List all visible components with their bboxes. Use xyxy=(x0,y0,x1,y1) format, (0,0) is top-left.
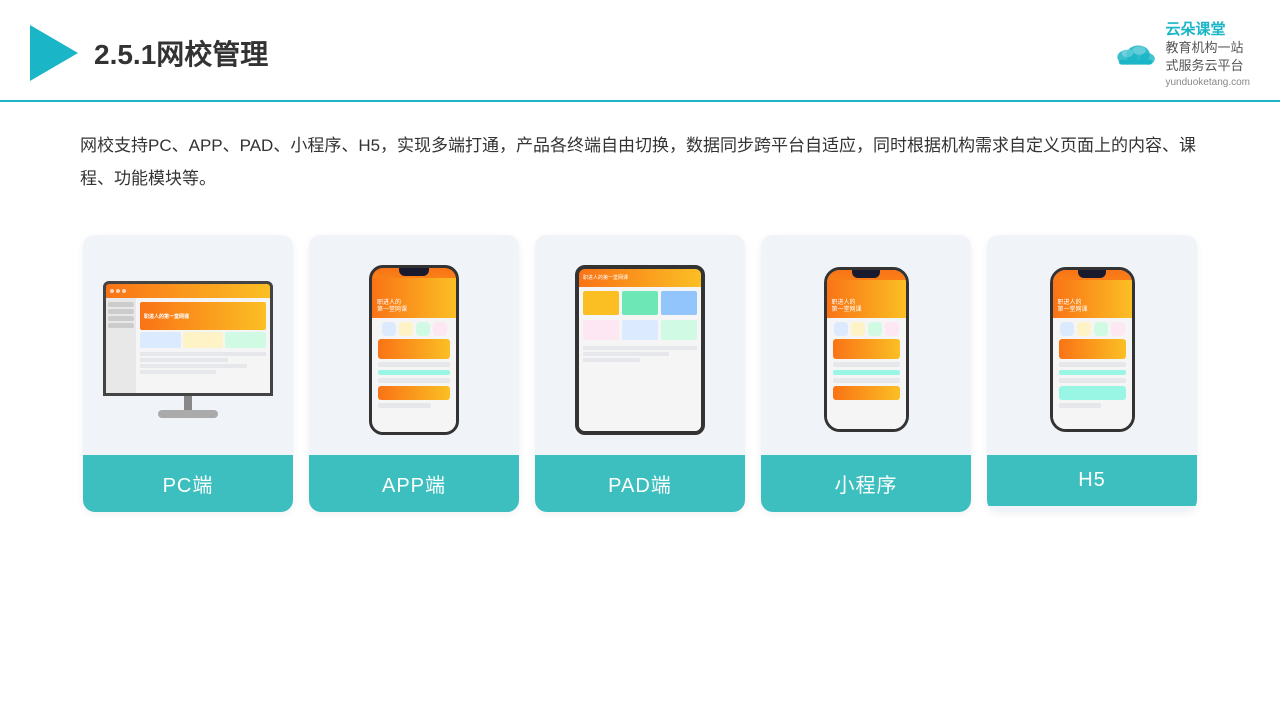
phone-screen: 职进人的第一堂网课 xyxy=(372,268,456,432)
card-pc-image: 职进人的第一堂网课 xyxy=(83,235,293,455)
card-h5-label: H5 xyxy=(987,455,1197,506)
card-app: 职进人的第一堂网课 xyxy=(309,235,519,512)
card-h5-image: 职进人的第一堂网课 xyxy=(987,235,1197,455)
brand-tagline: 教育机构一站 式服务云平台 xyxy=(1165,39,1250,75)
page-title: 2.5.1网校管理 xyxy=(94,33,268,73)
tablet-device: 职进人的第一堂网课 xyxy=(575,265,705,435)
card-miniapp-label: 小程序 xyxy=(761,455,971,512)
mini-phone-notch-h5 xyxy=(1078,270,1106,278)
card-pc: 职进人的第一堂网课 xyxy=(83,235,293,512)
monitor-screen: 职进人的第一堂网课 xyxy=(103,281,273,396)
mini-phone-screen: 职进人的第一堂网课 xyxy=(827,270,906,429)
card-app-label: APP端 xyxy=(309,455,519,512)
card-miniapp-image: 职进人的第一堂网课 xyxy=(761,235,971,455)
brand-name: 云朵课堂 xyxy=(1165,18,1250,39)
miniphone-device-h5: 职进人的第一堂网课 xyxy=(1050,267,1135,432)
card-miniapp: 职进人的第一堂网课 xyxy=(761,235,971,512)
brand-section: 云朵课堂 教育机构一站 式服务云平台 yunduoketang.com xyxy=(1109,18,1250,88)
cards-container: 职进人的第一堂网课 xyxy=(0,205,1280,542)
card-pad-label: PAD端 xyxy=(535,455,745,512)
card-h5: 职进人的第一堂网课 xyxy=(987,235,1197,512)
tablet-screen: 职进人的第一堂网课 xyxy=(579,269,701,431)
logo-triangle-icon xyxy=(30,25,78,81)
card-pad-image: 职进人的第一堂网课 xyxy=(535,235,745,455)
header: 2.5.1网校管理 云朵课堂 教育机构一站 式服务云平台 yunduoketan… xyxy=(0,0,1280,102)
brand-logo: 云朵课堂 教育机构一站 式服务云平台 yunduoketang.com xyxy=(1109,18,1250,88)
card-pc-label: PC端 xyxy=(83,455,293,512)
mini-phone-screen-h5: 职进人的第一堂网课 xyxy=(1053,270,1132,429)
description-text: 网校支持PC、APP、PAD、小程序、H5，实现多端打通，产品各终端自由切换，数… xyxy=(0,102,1280,205)
phone-device-app: 职进人的第一堂网课 xyxy=(369,265,459,435)
brand-text: 云朵课堂 教育机构一站 式服务云平台 yunduoketang.com xyxy=(1165,18,1250,88)
header-left: 2.5.1网校管理 xyxy=(30,25,268,81)
phone-notch xyxy=(399,268,429,276)
cloud-icon xyxy=(1109,36,1159,70)
miniphone-device-miniapp: 职进人的第一堂网课 xyxy=(824,267,909,432)
monitor-device: 职进人的第一堂网课 xyxy=(103,281,273,418)
card-app-image: 职进人的第一堂网课 xyxy=(309,235,519,455)
card-pad: 职进人的第一堂网课 xyxy=(535,235,745,512)
mini-phone-notch xyxy=(852,270,880,278)
brand-url: yunduoketang.com xyxy=(1165,77,1250,88)
